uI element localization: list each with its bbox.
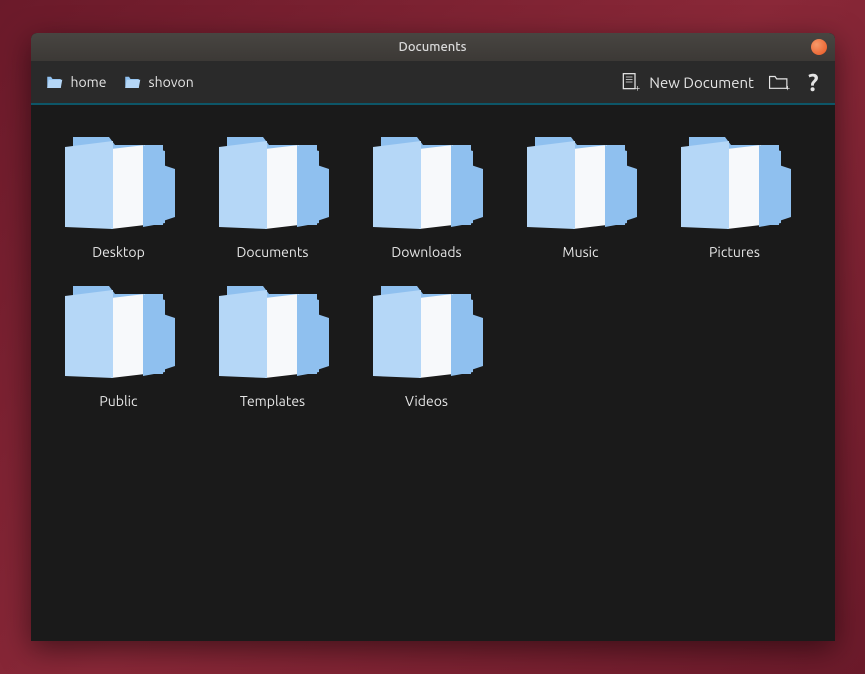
svg-text:+: +	[635, 82, 640, 92]
folder-item-templates[interactable]: Templates	[199, 278, 347, 409]
folder-icon	[671, 129, 799, 234]
folder-icon	[363, 278, 491, 383]
folder-label: Public	[99, 393, 137, 409]
folder-small-icon	[43, 71, 65, 93]
new-document-label: New Document	[649, 74, 754, 91]
folder-label: Videos	[405, 393, 448, 409]
folder-item-public[interactable]: Public	[45, 278, 193, 409]
folder-label: Music	[562, 244, 598, 260]
folder-label: Desktop	[92, 244, 145, 260]
new-document-icon: +	[619, 71, 641, 93]
breadcrumb-shovon[interactable]: shovon	[121, 71, 194, 93]
close-icon[interactable]	[811, 39, 827, 55]
folder-label: Documents	[237, 244, 309, 260]
help-button[interactable]: ?	[804, 69, 823, 96]
folder-item-desktop[interactable]: Desktop	[45, 129, 193, 260]
folder-icon	[55, 278, 183, 383]
breadcrumb-label: shovon	[149, 74, 194, 90]
new-document-button[interactable]: + New Document	[619, 71, 754, 93]
folder-icon	[209, 129, 337, 234]
folder-item-downloads[interactable]: Downloads	[353, 129, 501, 260]
breadcrumb-home[interactable]: home	[43, 71, 107, 93]
new-folder-icon: +	[768, 71, 790, 93]
folder-grid: Desktop Documents Downloads Music Pictur…	[31, 105, 835, 641]
toolbar: home shovon + New Do	[31, 61, 835, 105]
folder-item-music[interactable]: Music	[507, 129, 655, 260]
file-manager-window: Documents home shovon	[31, 33, 835, 641]
folder-item-documents[interactable]: Documents	[199, 129, 347, 260]
folder-icon	[517, 129, 645, 234]
new-folder-button[interactable]: +	[768, 71, 790, 93]
folder-label: Templates	[240, 393, 305, 409]
breadcrumb-label: home	[71, 74, 107, 90]
folder-item-pictures[interactable]: Pictures	[661, 129, 809, 260]
folder-label: Pictures	[709, 244, 760, 260]
folder-icon	[55, 129, 183, 234]
folder-icon	[209, 278, 337, 383]
folder-label: Downloads	[391, 244, 461, 260]
titlebar: Documents	[31, 33, 835, 61]
folder-small-icon	[121, 71, 143, 93]
window-title: Documents	[399, 40, 467, 54]
svg-text:+: +	[785, 83, 790, 92]
folder-icon	[363, 129, 491, 234]
folder-item-videos[interactable]: Videos	[353, 278, 501, 409]
